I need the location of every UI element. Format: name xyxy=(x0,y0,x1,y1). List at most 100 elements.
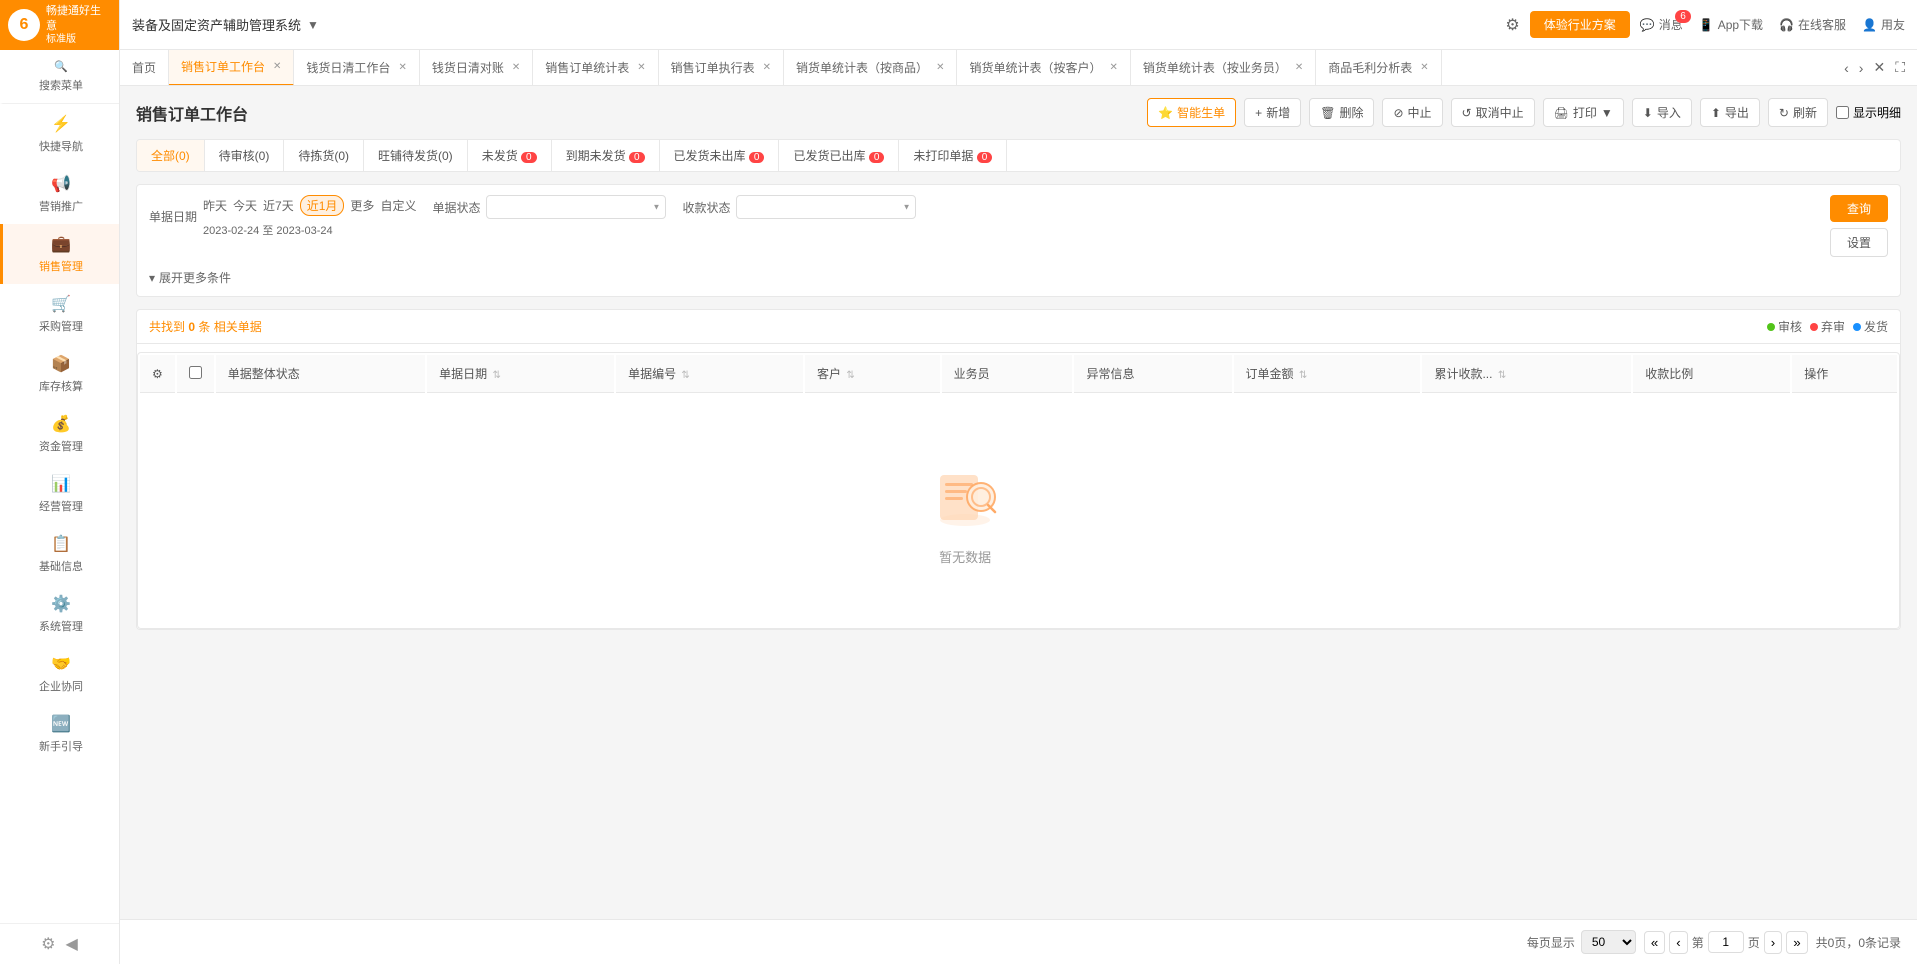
topbar-gear-icon[interactable]: ⚙ xyxy=(1505,15,1519,35)
add-button[interactable]: + 新增 xyxy=(1244,98,1301,127)
sidebar-item-basic[interactable]: 📋 基础信息 xyxy=(0,524,119,584)
show-detail-checkbox[interactable] xyxy=(1836,106,1849,119)
tab-sale-stats-product[interactable]: 销货单统计表（按商品） ✕ xyxy=(784,50,957,86)
print-button[interactable]: 🖨 打印 ▼ xyxy=(1543,98,1624,127)
query-button[interactable]: 查询 xyxy=(1830,195,1888,222)
subtab-all[interactable]: 全部(0) xyxy=(137,140,205,171)
tab-sales-exec[interactable]: 销售订单执行表 ✕ xyxy=(659,50,784,86)
sidebar-guide-label: 新手引导 xyxy=(39,738,83,754)
message-badge: 6 xyxy=(1675,10,1691,23)
sidebar-search-label: 搜索菜单 xyxy=(39,77,83,93)
tab-sales-workbench-close[interactable]: ✕ xyxy=(273,61,281,72)
date-more[interactable]: 更多 xyxy=(350,197,374,214)
expand-conditions-btn[interactable]: ▾ 展开更多条件 xyxy=(149,269,231,286)
sidebar-item-sales[interactable]: 💼 销售管理 xyxy=(0,224,119,284)
tab-sale-stats-staff[interactable]: 销货单统计表（按业务员） ✕ xyxy=(1131,50,1316,86)
tab-sales-stats-close[interactable]: ✕ xyxy=(637,62,645,73)
sidebar-item-guide[interactable]: 🆕 新手引导 xyxy=(0,704,119,764)
th-amount[interactable]: 订单金额 ⇅ xyxy=(1234,355,1421,393)
th-collected[interactable]: 累计收款... ⇅ xyxy=(1422,355,1631,393)
app-download-item[interactable]: 📱 App下载 xyxy=(1699,16,1763,33)
th-customer[interactable]: 客户 ⇅ xyxy=(805,355,940,393)
refresh-button[interactable]: ↻ 刷新 xyxy=(1768,98,1828,127)
th-exception: 异常信息 xyxy=(1074,355,1231,393)
date-1month[interactable]: 近1月 xyxy=(300,195,345,216)
subtab-shipped-not-out[interactable]: 已发货未出库 0 xyxy=(660,140,780,171)
date-7days[interactable]: 近7天 xyxy=(263,197,294,214)
th-status-label: 单据整体状态 xyxy=(228,367,300,381)
subtab-wangpu[interactable]: 旺铺待发货(0) xyxy=(364,140,468,171)
message-icon-item[interactable]: 💬 6 消息 xyxy=(1640,16,1683,33)
sidebar-item-purchase[interactable]: 🛒 采购管理 xyxy=(0,284,119,344)
th-settings[interactable]: ⚙ xyxy=(140,355,175,393)
payment-select[interactable] xyxy=(736,195,916,219)
first-page-btn[interactable]: « xyxy=(1644,931,1665,954)
status-select[interactable] xyxy=(486,195,666,219)
tab-cash-reconcile-close[interactable]: ✕ xyxy=(512,62,520,73)
sidebar-search[interactable]: 🔍 搜索菜单 xyxy=(0,50,119,104)
delete-button[interactable]: 🗑 删除 xyxy=(1309,98,1374,127)
tab-sales-stats[interactable]: 销售订单统计表 ✕ xyxy=(533,50,658,86)
solution-button[interactable]: 体验行业方案 xyxy=(1530,11,1630,38)
sidebar-item-operations[interactable]: 📊 经营管理 xyxy=(0,464,119,524)
smart-generate-button[interactable]: ⭐ 智能生单 xyxy=(1147,98,1236,127)
next-page-btn[interactable]: › xyxy=(1764,931,1782,954)
tab-sales-exec-close[interactable]: ✕ xyxy=(763,62,771,73)
online-service-item[interactable]: 🎧 在线客服 xyxy=(1779,16,1846,33)
tab-cash-reconcile[interactable]: 钱货日清对账 ✕ xyxy=(420,50,533,86)
ship-op-btn[interactable]: 发货 xyxy=(1853,318,1888,335)
select-all-checkbox[interactable] xyxy=(189,366,202,379)
date-custom[interactable]: 自定义 xyxy=(380,197,416,214)
table-container: 共找到 0 条 相关单据 审核 弃审 发货 xyxy=(136,309,1901,630)
subtab-not-printed[interactable]: 未打印单据 0 xyxy=(899,140,1007,171)
tab-sales-workbench[interactable]: 销售订单工作台 ✕ xyxy=(169,50,294,86)
settings-icon[interactable]: ⚙ xyxy=(41,934,55,954)
cancel-stop-button[interactable]: ↺ 取消中止 xyxy=(1451,98,1535,127)
date-yesterday[interactable]: 昨天 xyxy=(203,197,227,214)
tab-sale-stats-customer[interactable]: 销货单统计表（按客户） ✕ xyxy=(957,50,1130,86)
review-op-btn[interactable]: 审核 xyxy=(1767,318,1802,335)
sidebar-item-inventory[interactable]: 📦 库存核算 xyxy=(0,344,119,404)
show-detail-label[interactable]: 显示明细 xyxy=(1836,104,1901,121)
user-item[interactable]: 👤 用友 xyxy=(1862,16,1905,33)
collapse-icon[interactable]: ◀ xyxy=(66,934,78,954)
tab-sale-stats-staff-close[interactable]: ✕ xyxy=(1295,62,1303,73)
system-dropdown-icon[interactable]: ▼ xyxy=(307,18,319,32)
th-staff[interactable]: 业务员 xyxy=(942,355,1073,393)
tab-close-all-btn[interactable]: ✕ xyxy=(1869,55,1889,80)
sidebar-item-finance[interactable]: 💰 资金管理 xyxy=(0,404,119,464)
th-date[interactable]: 单据日期 ⇅ xyxy=(427,355,614,393)
stop-button[interactable]: ⊘ 中止 xyxy=(1382,98,1442,127)
th-check[interactable] xyxy=(177,355,214,393)
export-button[interactable]: ⬆ 导出 xyxy=(1700,98,1760,127)
tab-prev-btn[interactable]: ‹ xyxy=(1840,56,1853,80)
prev-page-btn[interactable]: ‹ xyxy=(1669,931,1687,954)
last-page-btn[interactable]: » xyxy=(1786,931,1807,954)
subtab-pending-review[interactable]: 待审核(0) xyxy=(205,140,285,171)
tab-fullscreen-btn[interactable]: ⛶ xyxy=(1891,55,1909,80)
tab-daily-cash[interactable]: 钱货日清工作台 ✕ xyxy=(294,50,419,86)
tab-next-btn[interactable]: › xyxy=(1855,56,1868,80)
found-suffix: 相关单据 xyxy=(214,320,262,334)
subtab-shipped-out[interactable]: 已发货已出库 0 xyxy=(779,140,899,171)
tab-sale-stats-product-close[interactable]: ✕ xyxy=(936,62,944,73)
page-number-input[interactable] xyxy=(1708,931,1744,953)
cancel-op-btn[interactable]: 弃审 xyxy=(1810,318,1845,335)
th-number[interactable]: 单据编号 ⇅ xyxy=(616,355,803,393)
sidebar-item-quick-nav[interactable]: ⚡ 快捷导航 xyxy=(0,104,119,164)
subtab-pending-pickup[interactable]: 待拣货(0) xyxy=(284,140,364,171)
tab-margin-analysis-close[interactable]: ✕ xyxy=(1420,62,1428,73)
import-button[interactable]: ⬇ 导入 xyxy=(1632,98,1692,127)
subtab-not-shipped[interactable]: 未发货 0 xyxy=(468,140,552,171)
settings-button[interactable]: 设置 xyxy=(1830,228,1888,257)
sidebar-item-system[interactable]: ⚙️ 系统管理 xyxy=(0,584,119,644)
tab-home[interactable]: 首页 xyxy=(120,50,169,86)
date-today[interactable]: 今天 xyxy=(233,197,257,214)
sidebar-item-enterprise[interactable]: 🤝 企业协同 xyxy=(0,644,119,704)
tab-daily-cash-close[interactable]: ✕ xyxy=(398,62,406,73)
page-size-select[interactable]: 50 100 xyxy=(1581,930,1636,954)
sidebar-item-marketing[interactable]: 📢 营销推广 xyxy=(0,164,119,224)
tab-margin-analysis[interactable]: 商品毛利分析表 ✕ xyxy=(1316,50,1441,86)
subtab-overdue-not-shipped[interactable]: 到期未发货 0 xyxy=(552,140,660,171)
tab-sale-stats-customer-close[interactable]: ✕ xyxy=(1109,62,1117,73)
